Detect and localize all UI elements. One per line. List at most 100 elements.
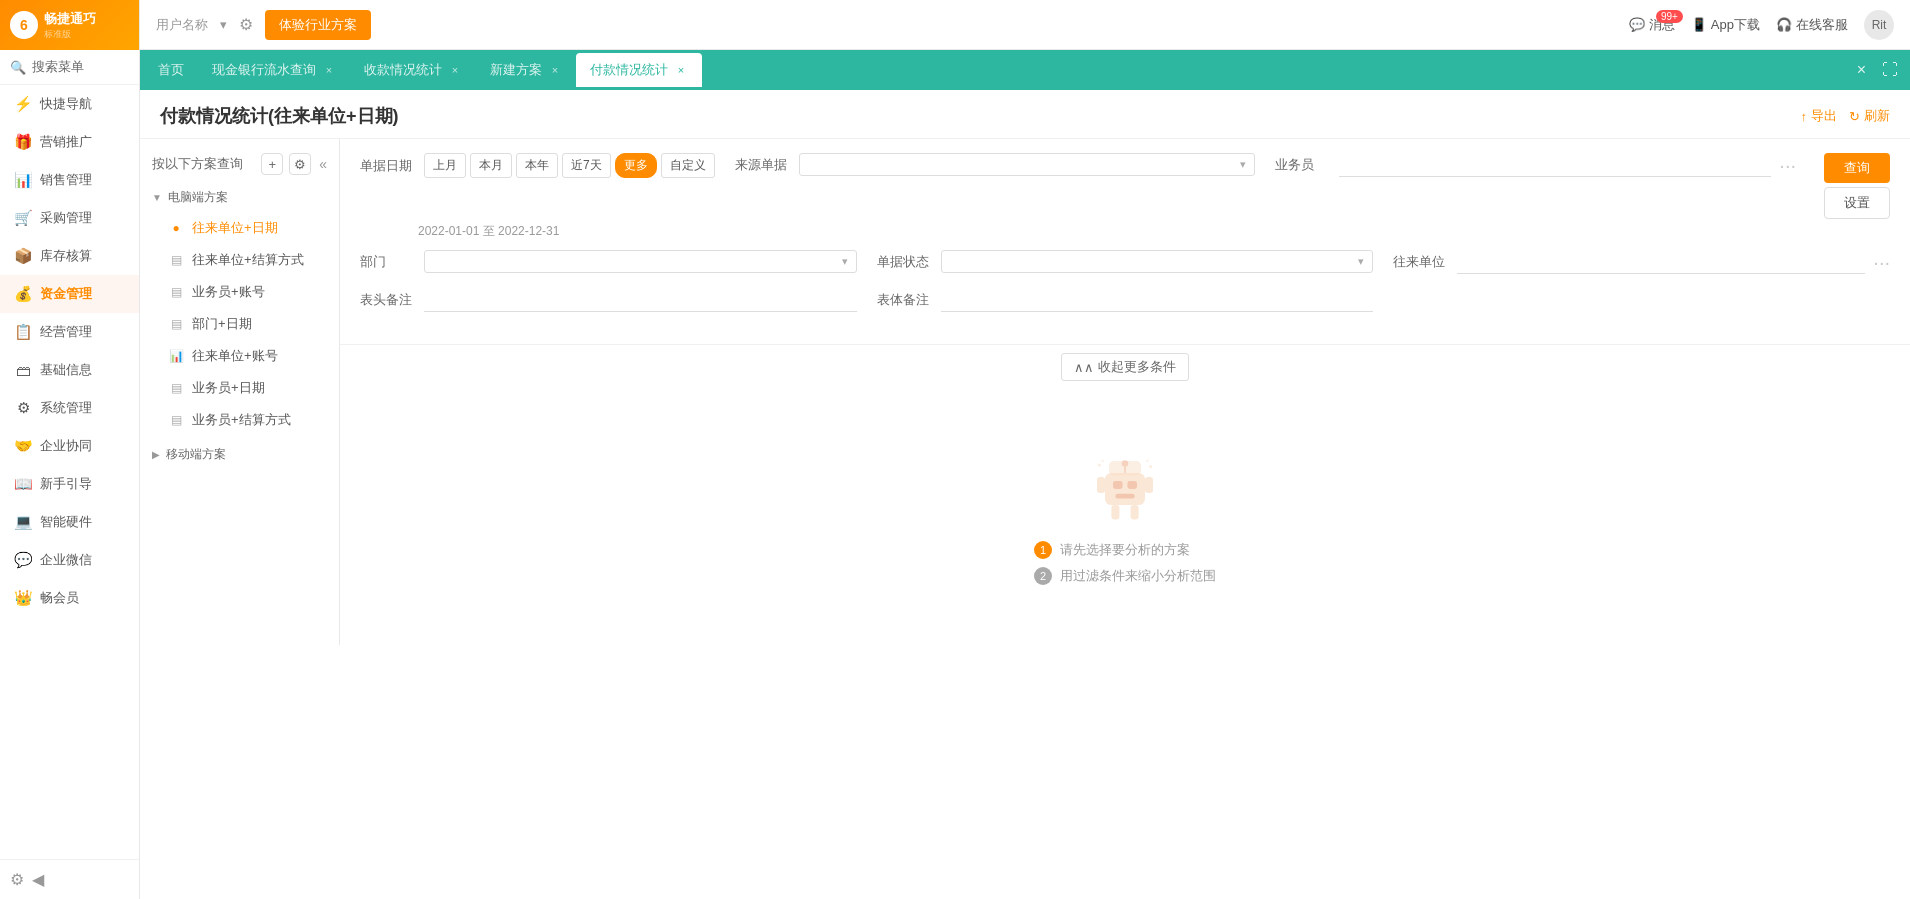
online-service-btn[interactable]: 🎧 在线客服 [1776, 16, 1848, 34]
sidebar-item-quick-nav[interactable]: ⚡ 快捷导航 [0, 85, 139, 123]
sidebar-item-enterprise[interactable]: 🤝 企业协同 [0, 427, 139, 465]
filter-doc-status: 单据状态 ▾ [877, 250, 1374, 273]
tab-payment-stats-close[interactable]: × [674, 63, 688, 77]
scheme-item-staff-account[interactable]: ▤ 业务员+账号 [140, 276, 339, 308]
tab-home[interactable]: 首页 [144, 53, 198, 87]
filter-row-2: 部门 ▾ 单据状态 ▾ [360, 250, 1890, 274]
sidebar-item-guide[interactable]: 📖 新手引导 [0, 465, 139, 503]
collapse-conditions-btn[interactable]: ∧∧ 收起更多条件 [1061, 353, 1189, 381]
sidebar-item-vip[interactable]: 👑 畅会员 [0, 579, 139, 617]
filter-row-3: 表头备注 表体备注 [360, 288, 1890, 312]
tab-bank-flow[interactable]: 现金银行流水查询 × [198, 53, 350, 87]
body-note-input[interactable] [941, 288, 1374, 312]
dept-select[interactable]: ▾ [424, 250, 857, 273]
date-btn-this-month[interactable]: 本月 [470, 153, 512, 178]
notification-btn[interactable]: 💬 消息 99+ [1629, 16, 1675, 34]
date-btn-last-month[interactable]: 上月 [424, 153, 466, 178]
scheme-item-partner-settle[interactable]: ▤ 往来单位+结算方式 [140, 244, 339, 276]
collapse-icon: ∧∧ [1074, 360, 1094, 375]
tab-new-plan[interactable]: 新建方案 × [476, 53, 576, 87]
page-title: 付款情况统计(往来单位+日期) [160, 104, 399, 128]
refresh-btn[interactable]: ↻ 刷新 [1849, 107, 1890, 125]
source-label: 来源单据 [735, 156, 791, 174]
scheme-item-label: 往来单位+结算方式 [192, 251, 304, 269]
avatar[interactable]: Rit [1864, 10, 1894, 40]
svg-point-11 [1098, 463, 1101, 466]
scheme-group-mobile-title[interactable]: ▶ 移动端方案 [140, 440, 339, 469]
tab-bank-flow-close[interactable]: × [322, 63, 336, 77]
svg-rect-7 [1131, 505, 1139, 519]
date-btn-more[interactable]: 更多 [615, 153, 657, 178]
search-icon: 🔍 [10, 60, 26, 75]
sidebar-item-sales[interactable]: 📊 销售管理 [0, 161, 139, 199]
scheme-add-btn[interactable]: + [261, 153, 283, 175]
scheme-settings-btn[interactable]: ⚙ [289, 153, 311, 175]
scheme-item-partner-date[interactable]: ● 往来单位+日期 [140, 212, 339, 244]
tab-payment-stats[interactable]: 付款情况统计 × [576, 53, 702, 87]
scheme-item-label: 业务员+结算方式 [192, 411, 291, 429]
scheme-collapse-btn[interactable]: « [319, 156, 327, 172]
doc-status-label: 单据状态 [877, 253, 933, 271]
sidebar-item-hardware[interactable]: 💻 智能硬件 [0, 503, 139, 541]
topbar-arrow-icon[interactable]: ▾ [220, 17, 227, 32]
hardware-icon: 💻 [14, 513, 32, 531]
inventory-icon: 📦 [14, 247, 32, 265]
filter-area: 单据日期 上月 本月 本年 近7天 更多 自定义 [340, 139, 1910, 340]
sidebar-item-label: 企业协同 [40, 437, 92, 455]
sidebar-item-inventory[interactable]: 📦 库存核算 [0, 237, 139, 275]
tab-expand-btn[interactable]: ⛶ [1874, 57, 1906, 83]
scheme-item-partner-account[interactable]: 📊 往来单位+账号 [140, 340, 339, 372]
svg-rect-3 [1115, 494, 1134, 499]
search-menu[interactable]: 🔍 搜索菜单 [0, 50, 139, 85]
date-btn-last-7[interactable]: 近7天 [562, 153, 611, 178]
sidebar-item-label: 畅会员 [40, 589, 79, 607]
sidebar-item-marketing[interactable]: 🎁 营销推广 [0, 123, 139, 161]
scheme-item-staff-settle[interactable]: ▤ 业务员+结算方式 [140, 404, 339, 436]
tab-close-all-btn[interactable]: × [1849, 57, 1874, 83]
page-header: 付款情况统计(往来单位+日期) ↑ 导出 ↻ 刷新 [140, 90, 1910, 139]
purchase-icon: 🛒 [14, 209, 32, 227]
trial-btn[interactable]: 体验行业方案 [265, 10, 371, 40]
svg-rect-1 [1113, 481, 1123, 489]
topbar-gear-icon[interactable]: ⚙ [239, 15, 253, 34]
sidebar-item-label: 智能硬件 [40, 513, 92, 531]
sidebar-item-base-info[interactable]: 🗃 基础信息 [0, 351, 139, 389]
footer-collapse-btn[interactable]: ◀ [32, 870, 44, 889]
sidebar-item-purchase[interactable]: 🛒 采购管理 [0, 199, 139, 237]
source-select[interactable]: ▾ [799, 153, 1256, 176]
dept-date-icon: ▤ [168, 316, 184, 332]
date-btn-custom[interactable]: 自定义 [661, 153, 715, 178]
tab-new-plan-close[interactable]: × [548, 63, 562, 77]
scheme-item-label: 业务员+日期 [192, 379, 265, 397]
body-note-label: 表体备注 [877, 291, 933, 309]
header-note-input[interactable] [424, 288, 857, 312]
tab-receipt-stats-close[interactable]: × [448, 63, 462, 77]
sidebar-item-sys-admin[interactable]: ⚙ 系统管理 [0, 389, 139, 427]
staff-more-icon[interactable]: ··· [1779, 154, 1796, 177]
notification-badge: 99+ [1656, 10, 1683, 23]
export-btn[interactable]: ↑ 导出 [1801, 107, 1838, 125]
staff-input[interactable] [1339, 153, 1771, 177]
filter-body-note: 表体备注 [877, 288, 1374, 312]
partner-more-icon[interactable]: ··· [1873, 251, 1890, 274]
sidebar-item-wechat[interactable]: 💬 企业微信 [0, 541, 139, 579]
scheme-item-staff-date[interactable]: ▤ 业务员+日期 [140, 372, 339, 404]
sidebar-item-operation[interactable]: 📋 经营管理 [0, 313, 139, 351]
svg-rect-5 [1145, 477, 1153, 493]
date-btn-this-year[interactable]: 本年 [516, 153, 558, 178]
scheme-item-dept-date[interactable]: ▤ 部门+日期 [140, 308, 339, 340]
doc-status-select[interactable]: ▾ [941, 250, 1374, 273]
scheme-group-desktop-title[interactable]: ▼ 电脑端方案 [140, 183, 339, 212]
svg-point-9 [1122, 460, 1128, 466]
settings-btn[interactable]: 设置 [1824, 187, 1890, 219]
partner-input[interactable] [1457, 250, 1865, 274]
sidebar-item-label: 系统管理 [40, 399, 92, 417]
sales-icon: 📊 [14, 171, 32, 189]
footer-settings-btn[interactable]: ⚙ [10, 870, 24, 889]
sidebar-item-finance[interactable]: 💰 资金管理 [0, 275, 139, 313]
app-download-btn[interactable]: 📱 App下载 [1691, 16, 1760, 34]
filter-source: 来源单据 ▾ [735, 153, 1256, 176]
query-btn[interactable]: 查询 [1824, 153, 1890, 183]
tab-receipt-stats[interactable]: 收款情况统计 × [350, 53, 476, 87]
desktop-arrow-icon: ▼ [152, 192, 162, 203]
